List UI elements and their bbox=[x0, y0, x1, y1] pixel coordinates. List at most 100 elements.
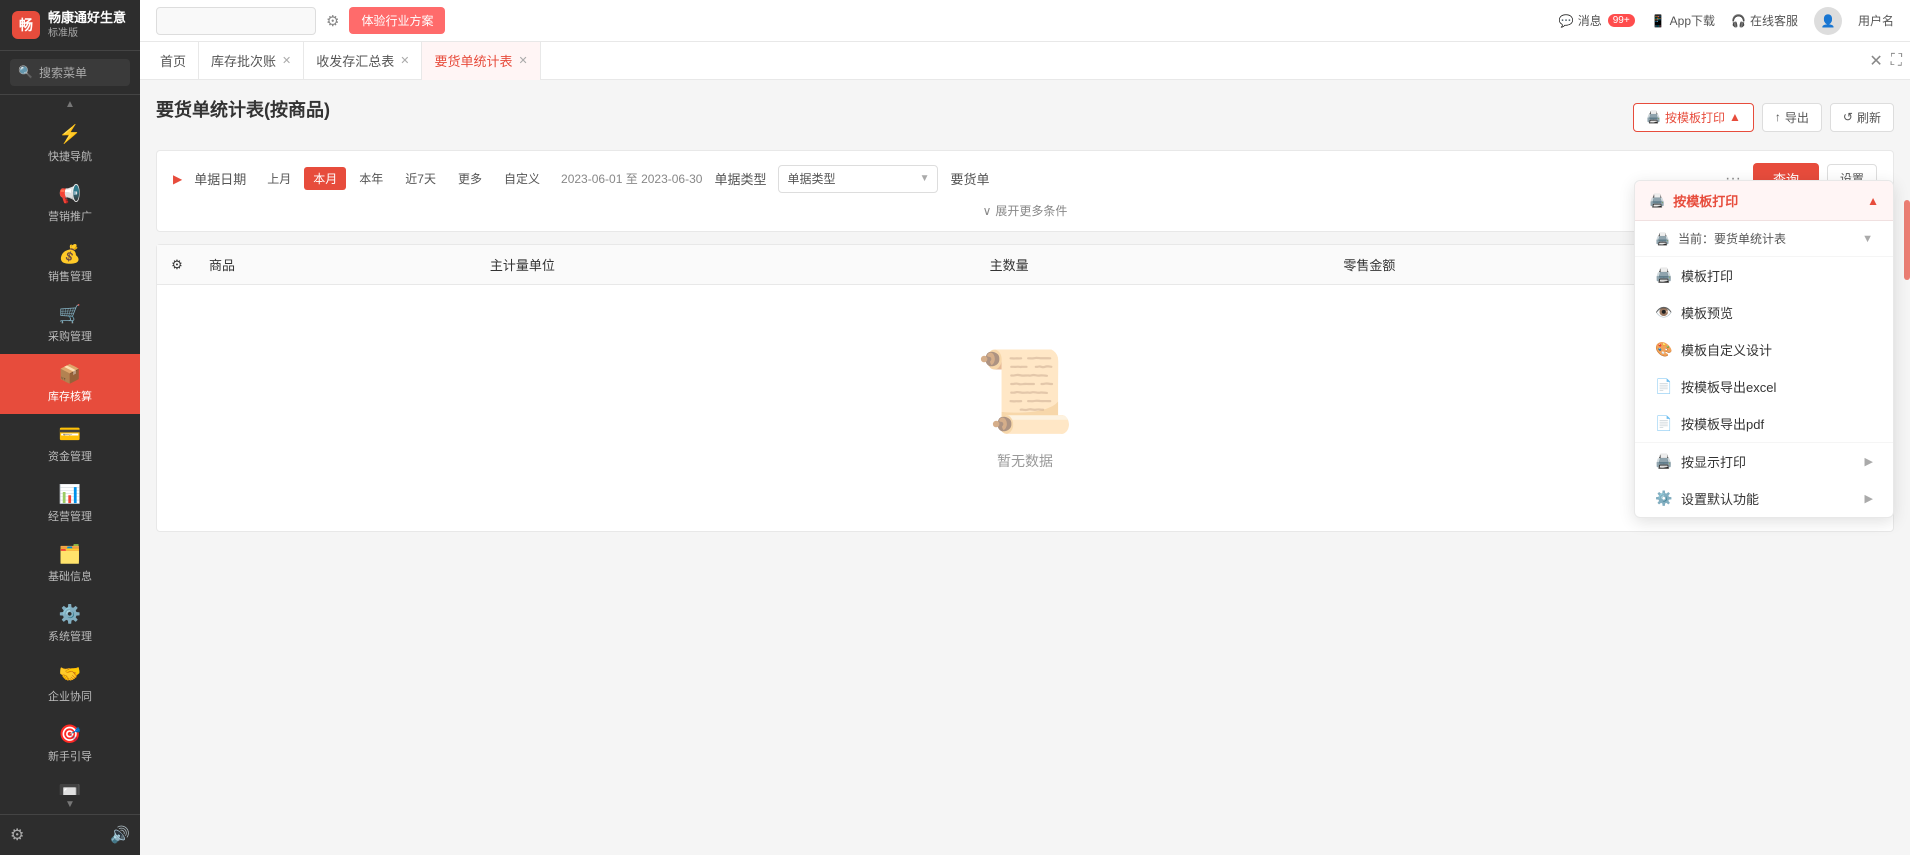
order-category-label: 要货单 bbox=[950, 169, 989, 188]
col-settings[interactable]: ⚙ bbox=[157, 245, 197, 285]
dropdown-item-export-pdf[interactable]: 📄 按模板导出pdf bbox=[1635, 405, 1893, 442]
col-quantity: 主数量 bbox=[978, 245, 1332, 285]
sidebar: 畅 畅康通好生意 标准版 🔍 搜索菜单 ▲ ⚡ 快捷导航 📢 营销推广 💰 销售… bbox=[0, 0, 140, 855]
dropdown-print-section: 🖨️ 模板打印 👁️ 模板预览 🎨 模板自定义设计 📄 按模板导出excel 📄 bbox=[1635, 257, 1893, 443]
expand-icon: ∨ bbox=[983, 204, 992, 218]
date-tab-more[interactable]: 更多 bbox=[449, 167, 491, 190]
filter-expand-button[interactable]: ▶ bbox=[173, 172, 182, 186]
dropdown-header[interactable]: 🖨️ 按模板打印 ▲ bbox=[1635, 181, 1893, 221]
date-tab-last-7-days[interactable]: 近7天 bbox=[396, 167, 445, 190]
app-brand: 畅康通好生意 bbox=[48, 10, 126, 27]
order-type-select[interactable]: 单据类型 ▼ bbox=[778, 165, 938, 193]
empty-state-text: 暂无数据 bbox=[997, 451, 1053, 471]
tab-close-receivables[interactable]: ✕ bbox=[400, 54, 409, 67]
date-tabs: 上月 本月 本年 近7天 更多 自定义 bbox=[258, 167, 549, 190]
window-controls: ✕ ⛶ bbox=[1869, 51, 1902, 71]
sidebar-item-guide[interactable]: 🎯 新手引导 bbox=[0, 714, 140, 774]
sidebar-item-basics[interactable]: 🗂️ 基础信息 bbox=[0, 534, 140, 594]
sales-icon: 💰 bbox=[59, 244, 81, 265]
template-print-button[interactable]: 🖨️ 按模板打印 ▲ bbox=[1633, 103, 1754, 132]
topbar-right: 💬 消息 99+ 📱 App下载 🎧 在线客服 👤 用户名 bbox=[1559, 7, 1894, 35]
sidebar-item-apps[interactable]: 🔲 应用中心 bbox=[0, 774, 140, 795]
marketing-icon: 📢 bbox=[59, 184, 81, 205]
user-avatar[interactable]: 👤 bbox=[1814, 7, 1842, 35]
window-close-btn[interactable]: ✕ bbox=[1869, 51, 1882, 71]
dropdown-item-default-func[interactable]: ⚙️ 设置默认功能 ▶ bbox=[1635, 480, 1893, 517]
results-table: ⚙ 商品 主计量单位 主数量 零售金额 📜 暂无数据 bbox=[157, 245, 1893, 531]
window-expand-btn[interactable]: ⛶ bbox=[1891, 52, 1902, 70]
sidebar-scroll-down-btn[interactable]: ▼ bbox=[0, 795, 140, 814]
sidebar-item-operation[interactable]: 📊 经营管理 bbox=[0, 474, 140, 534]
main-area: ⚙ 体验行业方案 💬 消息 99+ 📱 App下载 🎧 在线客服 👤 用户名 首… bbox=[140, 0, 1910, 855]
tab-inventory-batch[interactable]: 库存批次账 ✕ bbox=[199, 42, 304, 80]
sidebar-item-inventory[interactable]: 📦 库存核算 bbox=[0, 354, 140, 414]
sidebar-search-button[interactable]: 🔍 搜索菜单 bbox=[10, 59, 130, 86]
app-version: 标准版 bbox=[48, 27, 126, 40]
template-print-dropdown: 🖨️ 按模板打印 ▲ 🖨️ 当前：要货单统计表 ▼ 🖨️ 模板打印 👁️ bbox=[1634, 180, 1894, 518]
tab-close-inventory-batch[interactable]: ✕ bbox=[282, 54, 291, 67]
export-excel-icon: 📄 bbox=[1655, 378, 1671, 395]
export-pdf-icon: 📄 bbox=[1655, 415, 1671, 432]
tab-order-stats[interactable]: 要货单统计表 ✕ bbox=[422, 42, 540, 80]
dropdown-item-export-excel[interactable]: 📄 按模板导出excel bbox=[1635, 368, 1893, 405]
tabs-bar: 首页 库存批次账 ✕ 收发存汇总表 ✕ 要货单统计表 ✕ ✕ ⛶ bbox=[140, 42, 1910, 80]
export-button[interactable]: ↑ 导出 bbox=[1762, 103, 1822, 132]
page-title: 要货单统计表(按商品) bbox=[156, 96, 330, 122]
tab-close-order-stats[interactable]: ✕ bbox=[519, 54, 528, 67]
empty-state: 📜 暂无数据 bbox=[157, 285, 1893, 531]
tab-receivables[interactable]: 收发存汇总表 ✕ bbox=[304, 42, 422, 80]
sidebar-item-quick-nav[interactable]: ⚡ 快捷导航 bbox=[0, 114, 140, 174]
app-logo-text: 畅康通好生意 标准版 bbox=[48, 10, 126, 40]
dropdown-item-template-print[interactable]: 🖨️ 模板打印 bbox=[1635, 257, 1893, 294]
sidebar-logo: 畅 畅康通好生意 标准版 bbox=[0, 0, 140, 51]
finance-icon: 💳 bbox=[59, 424, 81, 445]
template-design-icon: 🎨 bbox=[1655, 341, 1671, 358]
date-tab-last-month[interactable]: 上月 bbox=[258, 167, 300, 190]
sidebar-item-marketing[interactable]: 📢 营销推广 bbox=[0, 174, 140, 234]
col-unit: 主计量单位 bbox=[478, 245, 978, 285]
current-template-icon: 🖨️ bbox=[1655, 232, 1670, 246]
dropdown-item-display-print[interactable]: 🖨️ 按显示打印 ▶ bbox=[1635, 443, 1893, 480]
dropdown-current-template[interactable]: 🖨️ 当前：要货单统计表 ▼ bbox=[1635, 221, 1893, 257]
refresh-button[interactable]: ↺ 刷新 bbox=[1830, 103, 1894, 132]
footer-sound-icon[interactable]: 🔊 bbox=[110, 825, 130, 845]
app-download-icon: 📱 bbox=[1651, 14, 1666, 28]
sidebar-item-cooperation[interactable]: 🤝 企业协同 bbox=[0, 654, 140, 714]
sidebar-item-purchase[interactable]: 🛒 采购管理 bbox=[0, 294, 140, 354]
app-download-button[interactable]: 📱 App下载 bbox=[1651, 12, 1715, 29]
sidebar-footer: ⚙ 🔊 bbox=[0, 814, 140, 855]
date-tab-custom[interactable]: 自定义 bbox=[495, 167, 549, 190]
scrollbar-indicator[interactable] bbox=[1904, 200, 1910, 280]
current-template-arrow: ▼ bbox=[1862, 233, 1873, 245]
sidebar-item-finance[interactable]: 💳 资金管理 bbox=[0, 414, 140, 474]
footer-settings-icon[interactable]: ⚙ bbox=[10, 825, 24, 845]
sidebar-item-sales[interactable]: 💰 销售管理 bbox=[0, 234, 140, 294]
experience-industry-button[interactable]: 体验行业方案 bbox=[349, 7, 445, 34]
guide-icon: 🎯 bbox=[59, 724, 81, 745]
template-print-item-icon: 🖨️ bbox=[1655, 267, 1671, 284]
messages-button[interactable]: 💬 消息 99+ bbox=[1559, 12, 1635, 29]
messages-icon: 💬 bbox=[1559, 14, 1574, 28]
date-label: 单据日期 bbox=[194, 169, 246, 188]
quick-nav-icon: ⚡ bbox=[59, 124, 81, 145]
sidebar-item-system[interactable]: ⚙️ 系统管理 bbox=[0, 594, 140, 654]
select-arrow-icon: ▼ bbox=[920, 173, 930, 184]
date-tab-this-year[interactable]: 本年 bbox=[350, 167, 392, 190]
topbar-search-input[interactable] bbox=[156, 7, 316, 35]
template-preview-icon: 👁️ bbox=[1655, 304, 1671, 321]
purchase-icon: 🛒 bbox=[59, 304, 81, 325]
sidebar-scroll-up-btn[interactable]: ▲ bbox=[0, 95, 140, 114]
date-tab-this-month[interactable]: 本月 bbox=[304, 167, 346, 190]
cooperation-icon: 🤝 bbox=[59, 664, 81, 685]
dropdown-item-template-preview[interactable]: 👁️ 模板预览 bbox=[1635, 294, 1893, 331]
dropdown-item-template-design[interactable]: 🎨 模板自定义设计 bbox=[1635, 331, 1893, 368]
sidebar-search-area: 🔍 搜索菜单 bbox=[0, 51, 140, 95]
date-range-display: 2023-06-01 至 2023-06-30 bbox=[561, 170, 702, 187]
empty-state-row: 📜 暂无数据 bbox=[157, 285, 1893, 532]
topbar: ⚙ 体验行业方案 💬 消息 99+ 📱 App下载 🎧 在线客服 👤 用户名 bbox=[140, 0, 1910, 42]
online-service-button[interactable]: 🎧 在线客服 bbox=[1731, 12, 1798, 29]
expand-more-button[interactable]: ∨ 展开更多条件 bbox=[173, 202, 1877, 219]
sidebar-nav: ⚡ 快捷导航 📢 营销推广 💰 销售管理 🛒 采购管理 📦 库存核算 💳 资金管… bbox=[0, 114, 140, 795]
topbar-settings-button[interactable]: ⚙ bbox=[326, 12, 339, 30]
tab-home[interactable]: 首页 bbox=[148, 42, 199, 80]
